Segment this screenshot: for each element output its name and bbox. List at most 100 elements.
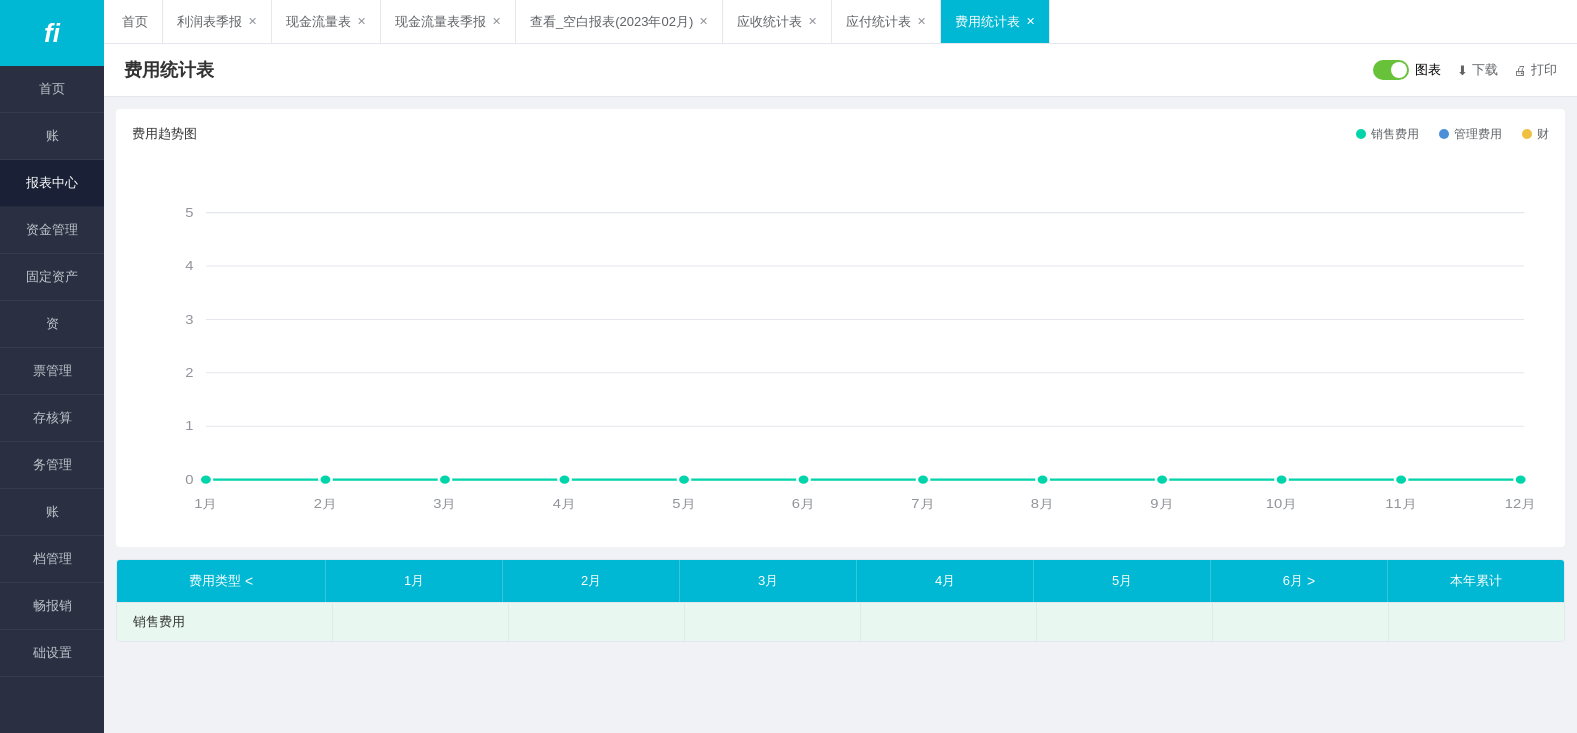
th-month-3: 3月	[680, 560, 857, 602]
svg-point-31	[1036, 475, 1048, 485]
td-sales-m4	[861, 603, 1037, 641]
tab-close-receivable[interactable]: ✕	[808, 15, 817, 28]
main-area: 首页 利润表季报 ✕ 现金流量表 ✕ 现金流量表季报 ✕ 查看_空白报表(202…	[104, 0, 1577, 733]
svg-text:10月: 10月	[1266, 498, 1298, 512]
legend-sales: 销售费用	[1356, 126, 1419, 143]
sidebar-item-fixed-assets[interactable]: 固定资产	[0, 254, 104, 301]
svg-text:3: 3	[185, 313, 193, 327]
td-sales-label: 销售费用	[117, 603, 333, 641]
page-title: 费用统计表	[124, 58, 214, 82]
legend-label-admin: 管理费用	[1454, 126, 1502, 143]
tab-bar: 首页 利润表季报 ✕ 现金流量表 ✕ 现金流量表季报 ✕ 查看_空白报表(202…	[104, 0, 1577, 44]
tab-cashflow-quarterly[interactable]: 现金流量表季报 ✕	[381, 0, 516, 44]
sidebar-logo: fi	[0, 0, 104, 66]
tab-blank-report[interactable]: 查看_空白报表(2023年02月) ✕	[516, 0, 723, 44]
svg-text:4: 4	[185, 259, 194, 273]
legend-label-sales: 销售费用	[1371, 126, 1419, 143]
svg-text:2: 2	[185, 366, 193, 380]
svg-text:7月: 7月	[911, 498, 934, 512]
svg-text:2月: 2月	[314, 498, 337, 512]
tab-close-payable[interactable]: ✕	[917, 15, 926, 28]
sidebar-item-account[interactable]: 账	[0, 113, 104, 160]
sidebar-item-expense[interactable]: 畅报销	[0, 583, 104, 630]
svg-point-35	[1514, 475, 1526, 485]
td-sales-m2	[509, 603, 685, 641]
sidebar-item-basic-settings[interactable]: 础设置	[0, 630, 104, 677]
sidebar-item-ticket-mgmt[interactable]: 票管理	[0, 348, 104, 395]
svg-point-28	[678, 475, 690, 485]
prev-arrow-button[interactable]: <	[245, 573, 253, 589]
sidebar-item-service-mgmt[interactable]: 务管理	[0, 442, 104, 489]
download-label: 下载	[1472, 61, 1498, 79]
sidebar-item-ledger[interactable]: 账	[0, 489, 104, 536]
svg-point-33	[1275, 475, 1287, 485]
tab-receivable[interactable]: 应收统计表 ✕	[723, 0, 832, 44]
svg-text:3月: 3月	[433, 498, 456, 512]
content-area: 费用统计表 图表 ⬇ 下载 🖨 打印 费用趋势图	[104, 44, 1577, 733]
th-month-1: 1月	[326, 560, 503, 602]
chart-title: 费用趋势图	[132, 125, 197, 143]
table-section: 费用类型 < 1月 2月 3月 4月 5月 6月 > 本年累计 销售费用	[116, 559, 1565, 642]
svg-point-24	[200, 475, 212, 485]
chart-toggle[interactable]	[1373, 60, 1409, 80]
svg-point-26	[439, 475, 451, 485]
legend-label-finance: 财	[1537, 126, 1549, 143]
tab-close-cashflow[interactable]: ✕	[357, 15, 366, 28]
svg-text:0: 0	[185, 473, 194, 487]
svg-point-30	[917, 475, 929, 485]
svg-point-29	[797, 475, 809, 485]
svg-text:9月: 9月	[1150, 498, 1173, 512]
svg-text:4月: 4月	[553, 498, 576, 512]
sidebar-item-inventory[interactable]: 存核算	[0, 395, 104, 442]
legend-admin: 管理费用	[1439, 126, 1502, 143]
page-header: 费用统计表 图表 ⬇ 下载 🖨 打印	[104, 44, 1577, 97]
tab-profit-quarterly[interactable]: 利润表季报 ✕	[163, 0, 272, 44]
download-icon: ⬇	[1457, 63, 1468, 78]
print-icon: 🖨	[1514, 63, 1527, 78]
sidebar-item-report-center[interactable]: 报表中心	[0, 160, 104, 207]
th-yearly-total: 本年累计	[1388, 560, 1564, 602]
tab-close-expense-stat[interactable]: ✕	[1026, 15, 1035, 28]
svg-text:1: 1	[185, 419, 193, 433]
tab-expense-stat[interactable]: 费用统计表 ✕	[941, 0, 1050, 44]
legend-dot-sales	[1356, 129, 1366, 139]
sidebar-item-fund-mgmt[interactable]: 资金管理	[0, 207, 104, 254]
td-sales-m3	[685, 603, 861, 641]
svg-point-34	[1395, 475, 1407, 485]
print-button[interactable]: 🖨 打印	[1514, 61, 1557, 79]
td-sales-m1	[333, 603, 509, 641]
svg-point-32	[1156, 475, 1168, 485]
th-month-2: 2月	[503, 560, 680, 602]
tab-home[interactable]: 首页	[108, 0, 163, 44]
next-arrow-button[interactable]: >	[1307, 573, 1315, 589]
sidebar: fi 首页 账 报表中心 资金管理 固定资产 资 票管理 存核算 务管理 账 档…	[0, 0, 104, 733]
chart-toggle-wrap[interactable]: 图表	[1373, 60, 1441, 80]
tab-close-cashflow-quarterly[interactable]: ✕	[492, 15, 501, 28]
tab-cashflow[interactable]: 现金流量表 ✕	[272, 0, 381, 44]
sidebar-item-archive-mgmt[interactable]: 档管理	[0, 536, 104, 583]
svg-text:6月: 6月	[792, 498, 815, 512]
svg-text:1月: 1月	[194, 498, 217, 512]
svg-point-27	[558, 475, 570, 485]
chart-header: 费用趋势图 销售费用 管理费用 财	[132, 125, 1549, 143]
td-sales-m6	[1213, 603, 1389, 641]
legend-dot-finance	[1522, 129, 1532, 139]
chart-legend: 销售费用 管理费用 财	[1356, 126, 1549, 143]
sidebar-item-capital[interactable]: 资	[0, 301, 104, 348]
chart-svg: 5 4 3 2 1 0 1月 2月 3月 4月 5月 6月 7月	[132, 151, 1549, 531]
sidebar-item-home[interactable]: 首页	[0, 66, 104, 113]
th-expense-type: 费用类型 <	[117, 560, 326, 602]
td-sales-m5	[1037, 603, 1213, 641]
tab-payable[interactable]: 应付统计表 ✕	[832, 0, 941, 44]
table-row-sales: 销售费用	[117, 602, 1564, 641]
legend-finance: 财	[1522, 126, 1549, 143]
svg-text:12月: 12月	[1505, 498, 1537, 512]
svg-point-25	[319, 475, 331, 485]
tab-close-profit-quarterly[interactable]: ✕	[248, 15, 257, 28]
table-header-row: 费用类型 < 1月 2月 3月 4月 5月 6月 > 本年累计	[117, 560, 1564, 602]
tab-close-blank-report[interactable]: ✕	[699, 15, 708, 28]
download-button[interactable]: ⬇ 下载	[1457, 61, 1498, 79]
td-sales-yearly	[1389, 603, 1564, 641]
toggle-label: 图表	[1415, 61, 1441, 79]
chart-container: 5 4 3 2 1 0 1月 2月 3月 4月 5月 6月 7月	[132, 151, 1549, 531]
